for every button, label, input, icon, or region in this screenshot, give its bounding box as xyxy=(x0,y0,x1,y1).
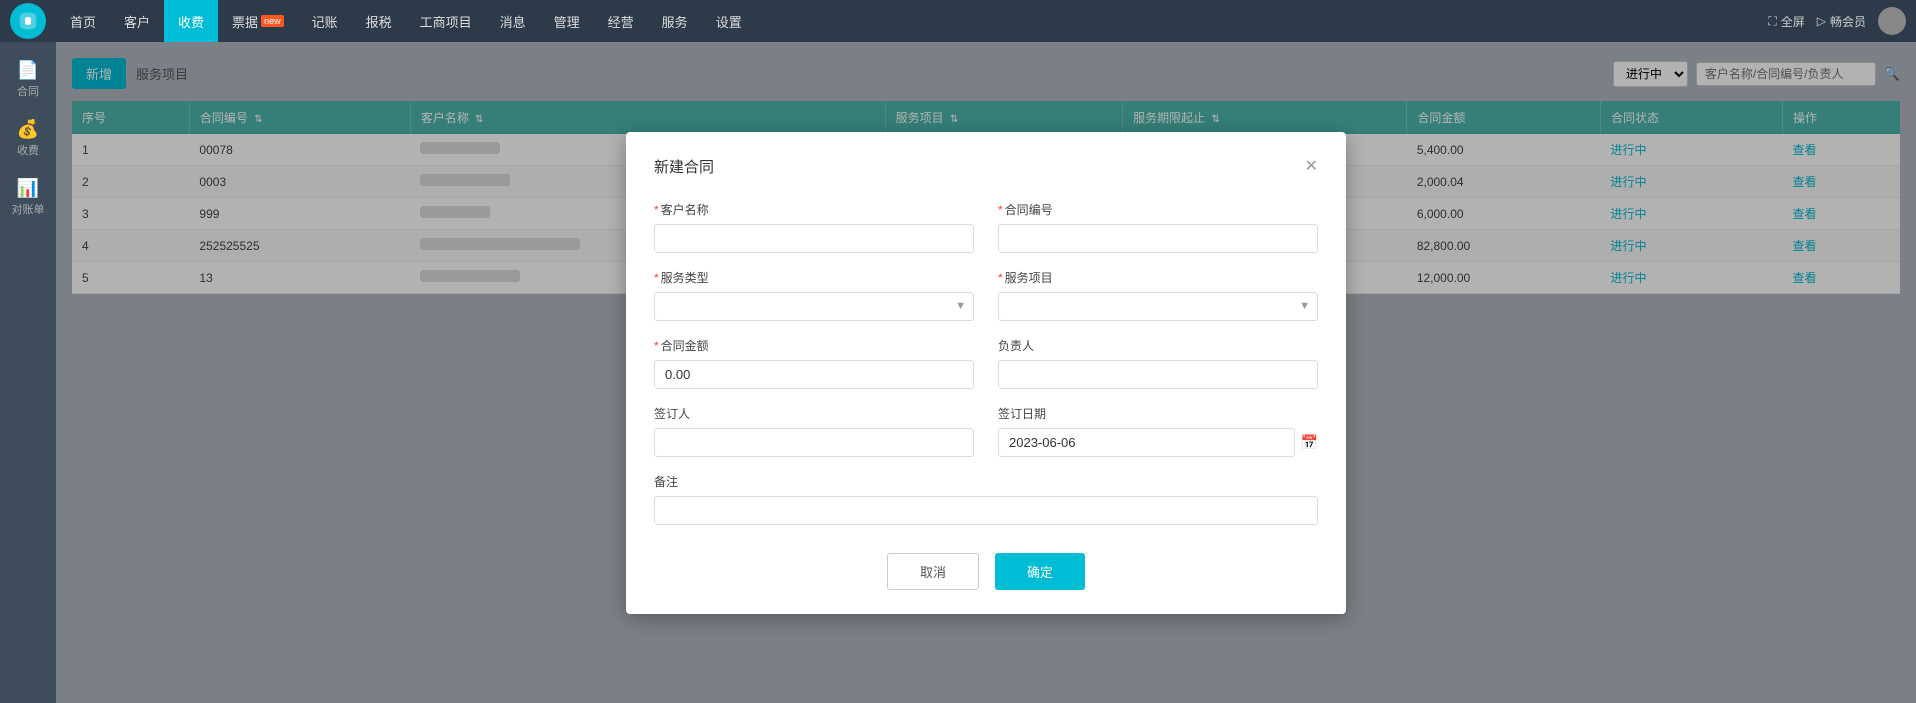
close-icon[interactable]: ✕ xyxy=(1305,156,1318,176)
nav-operation[interactable]: 经营 xyxy=(594,0,648,42)
billing-icon: 💰 xyxy=(17,119,39,140)
nav-customer[interactable]: 客户 xyxy=(110,0,164,42)
input-customer-name[interactable] xyxy=(654,224,974,253)
input-signer[interactable] xyxy=(654,428,974,457)
contract-icon: 📄 xyxy=(17,60,39,81)
nav-tax[interactable]: 报税 xyxy=(352,0,406,42)
fullscreen-button[interactable]: ⛶ 全屏 xyxy=(1768,13,1804,30)
input-contract-amount[interactable] xyxy=(654,360,974,389)
date-wrap: 📅 xyxy=(998,428,1318,457)
nav-service[interactable]: 服务 xyxy=(648,0,702,42)
form-grid: *客户名称 *合同编号 *服务类型 xyxy=(654,201,1318,525)
input-sign-date[interactable] xyxy=(998,428,1295,457)
new-contract-modal: 新建合同 ✕ *客户名称 *合同编号 xyxy=(626,132,1346,614)
main-layout: 📄 合同 💰 收费 📊 对账单 新增 服务项目 进行中 已完成 已取消 🔍 xyxy=(0,42,1916,703)
label-service-item: *服务项目 xyxy=(998,269,1318,286)
new-badge: new xyxy=(261,15,284,27)
statement-icon: 📊 xyxy=(17,178,39,199)
input-service-type[interactable] xyxy=(654,292,974,321)
confirm-button[interactable]: 确定 xyxy=(995,553,1085,590)
field-contract-amount: *合同金额 xyxy=(654,337,974,389)
input-contract-code[interactable] xyxy=(998,224,1318,253)
field-contract-code: *合同编号 xyxy=(998,201,1318,253)
avatar[interactable] xyxy=(1878,7,1906,35)
field-signer: 签订人 xyxy=(654,405,974,457)
label-sign-date: 签订日期 xyxy=(998,405,1318,422)
right-actions: ⛶ 全屏 ▷ 畅会员 xyxy=(1768,7,1906,35)
nav-settings[interactable]: 设置 xyxy=(702,0,756,42)
field-customer-name: *客户名称 xyxy=(654,201,974,253)
service-type-select-wrap: ▼ xyxy=(654,292,974,321)
field-sign-date: 签订日期 📅 xyxy=(998,405,1318,457)
calendar-icon[interactable]: 📅 xyxy=(1301,434,1318,451)
nav-bookkeeping[interactable]: 记账 xyxy=(298,0,352,42)
sidebar-label-statement: 对账单 xyxy=(12,201,45,217)
label-remark: 备注 xyxy=(654,473,1318,490)
modal-title: 新建合同 xyxy=(654,156,714,177)
field-service-type: *服务类型 ▼ xyxy=(654,269,974,321)
nav-items: 首页 客户 收费 票据 new 记账 报税 工商项目 消息 管理 经营 服务 设… xyxy=(56,0,756,42)
play-icon: ▷ xyxy=(1817,14,1826,28)
sidebar: 📄 合同 💰 收费 📊 对账单 xyxy=(0,42,56,703)
nav-business[interactable]: 工商项目 xyxy=(406,0,486,42)
content-area: 新增 服务项目 进行中 已完成 已取消 🔍 序号 合同编号 ⇅ 客户名 xyxy=(56,42,1916,703)
sidebar-item-billing[interactable]: 💰 收费 xyxy=(3,111,53,166)
label-responsible: 负责人 xyxy=(998,337,1318,354)
label-signer: 签订人 xyxy=(654,405,974,422)
nav-invoice[interactable]: 票据 new xyxy=(218,0,298,42)
app-logo xyxy=(10,3,46,39)
service-item-select-wrap: ▼ xyxy=(998,292,1318,321)
label-service-type: *服务类型 xyxy=(654,269,974,286)
field-responsible: 负责人 xyxy=(998,337,1318,389)
modal-header: 新建合同 ✕ xyxy=(654,156,1318,177)
top-navigation: 首页 客户 收费 票据 new 记账 报税 工商项目 消息 管理 经营 服务 设… xyxy=(0,0,1916,42)
fullscreen-icon: ⛶ xyxy=(1768,14,1776,29)
sidebar-item-contract[interactable]: 📄 合同 xyxy=(3,52,53,107)
sidebar-item-statement[interactable]: 📊 对账单 xyxy=(3,170,53,225)
label-customer-name: *客户名称 xyxy=(654,201,974,218)
field-service-item: *服务项目 ▼ xyxy=(998,269,1318,321)
input-responsible[interactable] xyxy=(998,360,1318,389)
input-remark[interactable] xyxy=(654,496,1318,525)
label-contract-code: *合同编号 xyxy=(998,201,1318,218)
member-button[interactable]: ▷ 畅会员 xyxy=(1817,13,1866,30)
input-service-item[interactable] xyxy=(998,292,1318,321)
field-remark: 备注 xyxy=(654,473,1318,525)
sidebar-label-billing: 收费 xyxy=(17,142,39,158)
cancel-button[interactable]: 取消 xyxy=(887,553,979,590)
label-contract-amount: *合同金额 xyxy=(654,337,974,354)
sidebar-label-contract: 合同 xyxy=(17,83,39,99)
nav-home[interactable]: 首页 xyxy=(56,0,110,42)
nav-admin[interactable]: 管理 xyxy=(540,0,594,42)
modal-footer: 取消 确定 xyxy=(654,553,1318,590)
nav-billing[interactable]: 收费 xyxy=(164,0,218,42)
nav-message[interactable]: 消息 xyxy=(486,0,540,42)
